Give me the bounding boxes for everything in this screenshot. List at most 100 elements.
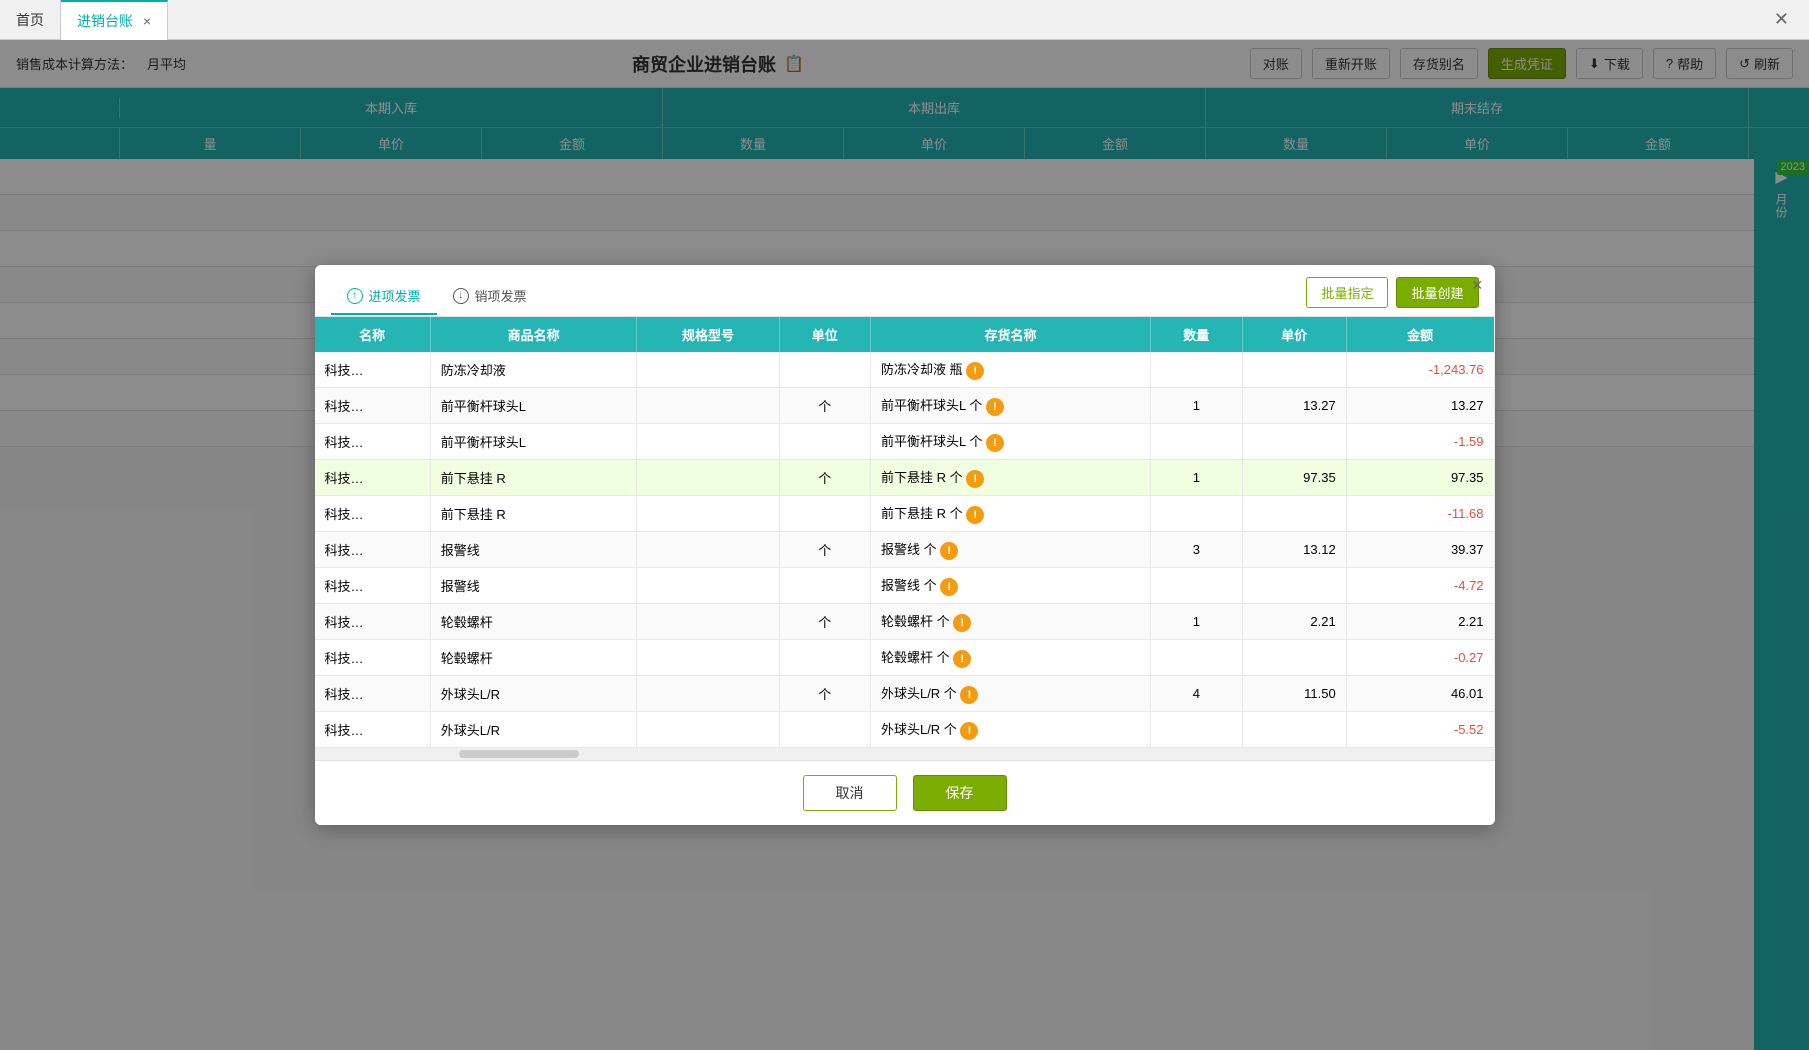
cell-name: 科技…: [315, 640, 431, 676]
cell-stock-name: 前下悬挂 R 个 !: [870, 496, 1150, 532]
batch-create-button[interactable]: 批量创建: [1396, 277, 1478, 308]
table-row[interactable]: 科技… 外球头L/R 外球头L/R 个 ! -5.52: [315, 712, 1495, 748]
cell-spec: [637, 496, 779, 532]
cell-qty: [1151, 568, 1242, 604]
th-price: 单价: [1242, 317, 1346, 352]
warning-icon: !: [966, 506, 984, 524]
sales-tab-label: 销项发票: [475, 286, 527, 305]
main-area: 销售成本计算方法： 月平均 商贸企业进销台账 📋 对账 重新开账 存货别名 生成…: [0, 40, 1809, 1050]
warning-icon: !: [940, 578, 958, 596]
th-stock: 存货名称: [870, 317, 1150, 352]
cell-product: 轮毂螺杆: [430, 604, 637, 640]
cell-qty: [1151, 640, 1242, 676]
cell-price: [1242, 424, 1346, 460]
modal-overlay: ↑ 进项发票 ↓ 销项发票 批量指定 批量创建 × 名称: [0, 40, 1809, 1050]
batch-assign-button[interactable]: 批量指定: [1306, 277, 1388, 308]
warning-icon: !: [960, 722, 978, 740]
scroll-thumb[interactable]: [459, 750, 579, 758]
cell-amount: -11.68: [1346, 496, 1494, 532]
cell-price: [1242, 352, 1346, 388]
cell-name: 科技…: [315, 496, 431, 532]
warning-icon: !: [966, 470, 984, 488]
window-close-button[interactable]: ✕: [1764, 9, 1799, 30]
cell-unit: [779, 712, 870, 748]
cell-unit: 个: [779, 604, 870, 640]
cell-product: 前下悬挂 R: [430, 496, 637, 532]
tab-active[interactable]: 进销台账 ×: [61, 0, 168, 40]
tab-purchase-invoice[interactable]: ↑ 进项发票: [331, 278, 437, 315]
cell-price: 11.50: [1242, 676, 1346, 712]
warning-icon: !: [960, 686, 978, 704]
cell-unit: 个: [779, 460, 870, 496]
cell-qty: [1151, 352, 1242, 388]
table-row[interactable]: 科技… 前平衡杆球头L 个 前平衡杆球头L 个 ! 1 13.27 13.27: [315, 388, 1495, 424]
cell-stock-name: 防冻冷却液 瓶 !: [870, 352, 1150, 388]
save-button[interactable]: 保存: [913, 775, 1007, 811]
table-row[interactable]: 科技… 前下悬挂 R 个 前下悬挂 R 个 ! 1 97.35 97.35: [315, 460, 1495, 496]
table-row[interactable]: 科技… 防冻冷却液 防冻冷却液 瓶 ! -1,243.76: [315, 352, 1495, 388]
modal-table-container: 名称 商品名称 规格型号 单位 存货名称 数量 单价 金额 科技… 防冻冷却液: [315, 317, 1495, 748]
cell-amount: -1.59: [1346, 424, 1494, 460]
cell-stock-name: 轮毂螺杆 个 !: [870, 604, 1150, 640]
cell-product: 防冻冷却液: [430, 352, 637, 388]
table-row[interactable]: 科技… 前下悬挂 R 前下悬挂 R 个 ! -11.68: [315, 496, 1495, 532]
cell-unit: 个: [779, 388, 870, 424]
cell-stock-name: 外球头L/R 个 !: [870, 676, 1150, 712]
cell-amount: 46.01: [1346, 676, 1494, 712]
cell-name: 科技…: [315, 388, 431, 424]
cell-qty: 1: [1151, 460, 1242, 496]
cell-name: 科技…: [315, 460, 431, 496]
invoice-table: 名称 商品名称 规格型号 单位 存货名称 数量 单价 金额 科技… 防冻冷却液: [315, 317, 1495, 748]
modal-dialog: ↑ 进项发票 ↓ 销项发票 批量指定 批量创建 × 名称: [315, 265, 1495, 825]
cell-unit: 个: [779, 676, 870, 712]
top-bar: 首页 进销台账 × ✕: [0, 0, 1809, 40]
cell-amount: -0.27: [1346, 640, 1494, 676]
table-header-row: 名称 商品名称 规格型号 单位 存货名称 数量 单价 金额: [315, 317, 1495, 352]
cell-stock-name: 前下悬挂 R 个 !: [870, 460, 1150, 496]
modal-footer: 取消 保存: [315, 760, 1495, 825]
th-unit: 单位: [779, 317, 870, 352]
tab-close-icon[interactable]: ×: [143, 1, 151, 41]
cell-unit: 个: [779, 532, 870, 568]
cell-price: 2.21: [1242, 604, 1346, 640]
table-row[interactable]: 科技… 报警线 报警线 个 ! -4.72: [315, 568, 1495, 604]
cell-qty: 3: [1151, 532, 1242, 568]
modal-close-button[interactable]: ×: [1472, 275, 1483, 296]
cell-product: 外球头L/R: [430, 676, 637, 712]
cell-price: 13.27: [1242, 388, 1346, 424]
cell-amount: 39.37: [1346, 532, 1494, 568]
cell-spec: [637, 712, 779, 748]
sales-tab-icon: ↓: [453, 288, 469, 304]
warning-icon: !: [953, 614, 971, 632]
horizontal-scrollbar[interactable]: [315, 748, 1495, 760]
table-row[interactable]: 科技… 前平衡杆球头L 前平衡杆球头L 个 ! -1.59: [315, 424, 1495, 460]
cell-price: [1242, 712, 1346, 748]
cell-price: [1242, 568, 1346, 604]
cell-amount: -5.52: [1346, 712, 1494, 748]
cell-unit: [779, 424, 870, 460]
cell-amount: 97.35: [1346, 460, 1494, 496]
modal-header-actions: 批量指定 批量创建: [1306, 277, 1478, 316]
cell-qty: 1: [1151, 388, 1242, 424]
tab-home[interactable]: 首页: [0, 0, 61, 40]
cancel-button[interactable]: 取消: [803, 775, 897, 811]
table-row[interactable]: 科技… 报警线 个 报警线 个 ! 3 13.12 39.37: [315, 532, 1495, 568]
cell-product: 报警线: [430, 532, 637, 568]
cell-stock-name: 报警线 个 !: [870, 568, 1150, 604]
cell-qty: [1151, 424, 1242, 460]
cell-name: 科技…: [315, 712, 431, 748]
tab-sales-invoice[interactable]: ↓ 销项发票: [437, 278, 543, 315]
table-row[interactable]: 科技… 轮毂螺杆 个 轮毂螺杆 个 ! 1 2.21 2.21: [315, 604, 1495, 640]
table-row[interactable]: 科技… 轮毂螺杆 轮毂螺杆 个 ! -0.27: [315, 640, 1495, 676]
cell-spec: [637, 388, 779, 424]
th-amount: 金额: [1346, 317, 1494, 352]
warning-icon: !: [986, 434, 1004, 452]
cell-product: 前下悬挂 R: [430, 460, 637, 496]
th-product: 商品名称: [430, 317, 637, 352]
table-row[interactable]: 科技… 外球头L/R 个 外球头L/R 个 ! 4 11.50 46.01: [315, 676, 1495, 712]
cell-spec: [637, 352, 779, 388]
th-spec: 规格型号: [637, 317, 779, 352]
cell-name: 科技…: [315, 532, 431, 568]
cell-stock-name: 轮毂螺杆 个 !: [870, 640, 1150, 676]
cell-stock-name: 外球头L/R 个 !: [870, 712, 1150, 748]
